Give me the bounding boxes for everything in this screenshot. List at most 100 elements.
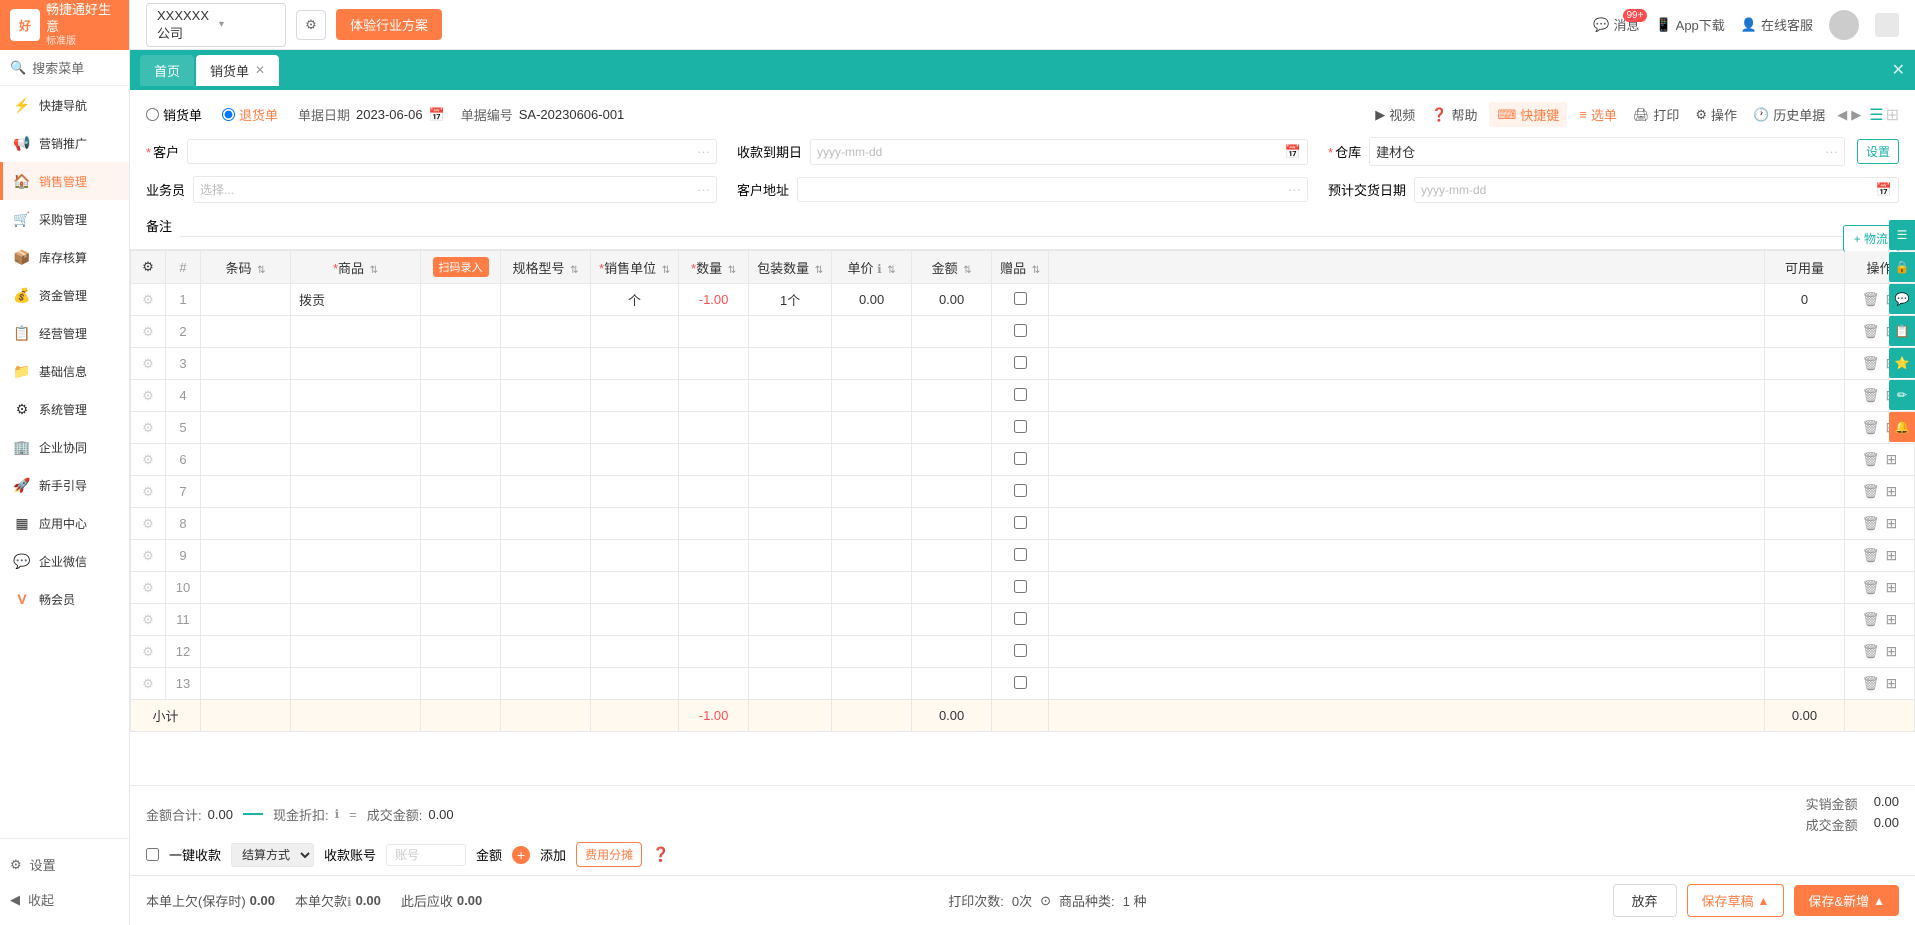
row-product[interactable] [291, 476, 421, 508]
delete-row-icon[interactable]: 🗑 [1862, 387, 1880, 404]
row-qty[interactable] [679, 572, 749, 604]
copy-row-icon[interactable]: ⊞ [1886, 483, 1898, 500]
row-gift[interactable] [992, 348, 1049, 380]
row-product[interactable] [291, 348, 421, 380]
sidebar-item-quick-nav[interactable]: ⚡ 快捷导航 [0, 86, 129, 124]
company-selector[interactable]: XXXXXX公司 ▾ [146, 3, 286, 47]
row-unit[interactable] [591, 412, 679, 444]
row-barcode[interactable] [201, 316, 291, 348]
expense-help-icon[interactable]: ❓ [652, 846, 669, 863]
row-gift[interactable] [992, 412, 1049, 444]
row-description[interactable] [1049, 412, 1765, 444]
sales-radio-input[interactable] [146, 108, 159, 121]
sidebar-item-purchase[interactable]: 🛒 采购管理 [0, 200, 129, 238]
row-spec[interactable] [501, 412, 591, 444]
row-qty[interactable] [679, 540, 749, 572]
delete-row-icon[interactable]: 🗑 [1862, 355, 1880, 372]
row-qty[interactable] [679, 316, 749, 348]
return-order-radio[interactable]: 退货单 [222, 105, 278, 124]
row-amount[interactable] [912, 636, 992, 668]
video-btn[interactable]: ▶ 视频 [1371, 103, 1419, 126]
row-description[interactable] [1049, 668, 1765, 700]
row-unit[interactable] [591, 476, 679, 508]
fr-btn-5[interactable]: ⭐ [1889, 348, 1915, 378]
row-product[interactable] [291, 380, 421, 412]
sidebar-item-inventory[interactable]: 📦 库存核算 [0, 238, 129, 276]
row-gift[interactable] [992, 508, 1049, 540]
row-gift[interactable] [992, 284, 1049, 316]
row-pkg-qty[interactable] [749, 348, 832, 380]
row-barcode[interactable] [201, 668, 291, 700]
gift-checkbox[interactable] [1014, 676, 1027, 689]
row-spec[interactable] [501, 508, 591, 540]
delivery-calendar-icon[interactable]: 📅 [1876, 182, 1892, 198]
salesman-input[interactable]: 选择... ··· [193, 176, 717, 203]
row-barcode[interactable] [201, 508, 291, 540]
row-amount[interactable] [912, 348, 992, 380]
row-unit[interactable] [591, 572, 679, 604]
message-btn[interactable]: 💬 消息 99+ [1593, 15, 1639, 34]
user-avatar-2[interactable] [1875, 13, 1899, 37]
row-barcode[interactable] [201, 412, 291, 444]
row-spec[interactable] [501, 444, 591, 476]
warehouse-input[interactable]: 建材仓 ··· [1369, 137, 1845, 166]
delete-row-icon[interactable]: 🗑 [1862, 515, 1880, 532]
fr-btn-7[interactable]: 🔔 [1889, 412, 1915, 442]
row-settings[interactable]: ⚙ [131, 316, 166, 348]
row-product[interactable] [291, 412, 421, 444]
discount-info-icon[interactable]: ℹ [335, 807, 340, 821]
add-payment-btn[interactable]: + [512, 846, 530, 864]
delete-row-icon[interactable]: 🗑 [1862, 675, 1880, 692]
gift-checkbox[interactable] [1014, 580, 1027, 593]
row-description[interactable] [1049, 284, 1765, 316]
gift-checkbox[interactable] [1014, 644, 1027, 657]
sidebar-item-system[interactable]: ⚙ 系统管理 [0, 390, 129, 428]
row-description[interactable] [1049, 348, 1765, 380]
collapse-nav-btn[interactable]: ◀ 收起 [0, 882, 129, 917]
delete-row-icon[interactable]: 🗑 [1862, 643, 1880, 660]
discard-button[interactable]: 放弃 [1613, 884, 1677, 917]
row-qty[interactable] [679, 380, 749, 412]
sidebar-item-guide[interactable]: 🚀 新手引导 [0, 466, 129, 504]
list-view-icon[interactable]: ☰ [1869, 105, 1883, 125]
row-price[interactable] [832, 604, 912, 636]
row-price[interactable] [832, 348, 912, 380]
delete-row-icon[interactable]: 🗑 [1862, 291, 1880, 308]
row-amount[interactable] [912, 508, 992, 540]
row-settings[interactable]: ⚙ [131, 348, 166, 380]
row-gift[interactable] [992, 604, 1049, 636]
gift-checkbox[interactable] [1014, 388, 1027, 401]
row-spec[interactable] [501, 348, 591, 380]
sidebar-item-finance[interactable]: 💰 资金管理 [0, 276, 129, 314]
row-description[interactable] [1049, 380, 1765, 412]
row-price[interactable] [832, 668, 912, 700]
user-avatar[interactable] [1829, 10, 1859, 40]
row-unit[interactable] [591, 508, 679, 540]
row-settings[interactable]: ⚙ [131, 572, 166, 604]
print-btn[interactable]: 🖨 打印 [1629, 103, 1684, 126]
gift-checkbox[interactable] [1014, 324, 1027, 337]
row-barcode[interactable] [201, 636, 291, 668]
row-spec[interactable] [501, 284, 591, 316]
delete-row-icon[interactable]: 🗑 [1862, 451, 1880, 468]
row-qty[interactable] [679, 348, 749, 380]
row-unit[interactable] [591, 380, 679, 412]
sidebar-item-basic-info[interactable]: 📁 基础信息 [0, 352, 129, 390]
copy-row-icon[interactable]: ⊞ [1886, 675, 1898, 692]
settings-side-btn[interactable]: 设置 [1857, 139, 1899, 164]
fr-btn-2[interactable]: 🔒 [1889, 252, 1915, 282]
row-product[interactable] [291, 668, 421, 700]
row-qty[interactable]: -1.00 [679, 284, 749, 316]
fr-btn-1[interactable]: ☰ [1889, 220, 1915, 250]
tab-bar-close-icon[interactable]: ✕ [1892, 60, 1905, 80]
row-amount[interactable] [912, 668, 992, 700]
row-spec[interactable] [501, 540, 591, 572]
row-amount[interactable]: 0.00 [912, 284, 992, 316]
row-price[interactable] [832, 316, 912, 348]
delete-row-icon[interactable]: 🗑 [1862, 483, 1880, 500]
sidebar-item-sales[interactable]: 🏠 销售管理 [0, 162, 129, 200]
sidebar-item-member[interactable]: V 畅会员 [0, 580, 129, 618]
copy-row-icon[interactable]: ⊞ [1886, 547, 1898, 564]
row-description[interactable] [1049, 604, 1765, 636]
row-pkg-qty[interactable] [749, 636, 832, 668]
